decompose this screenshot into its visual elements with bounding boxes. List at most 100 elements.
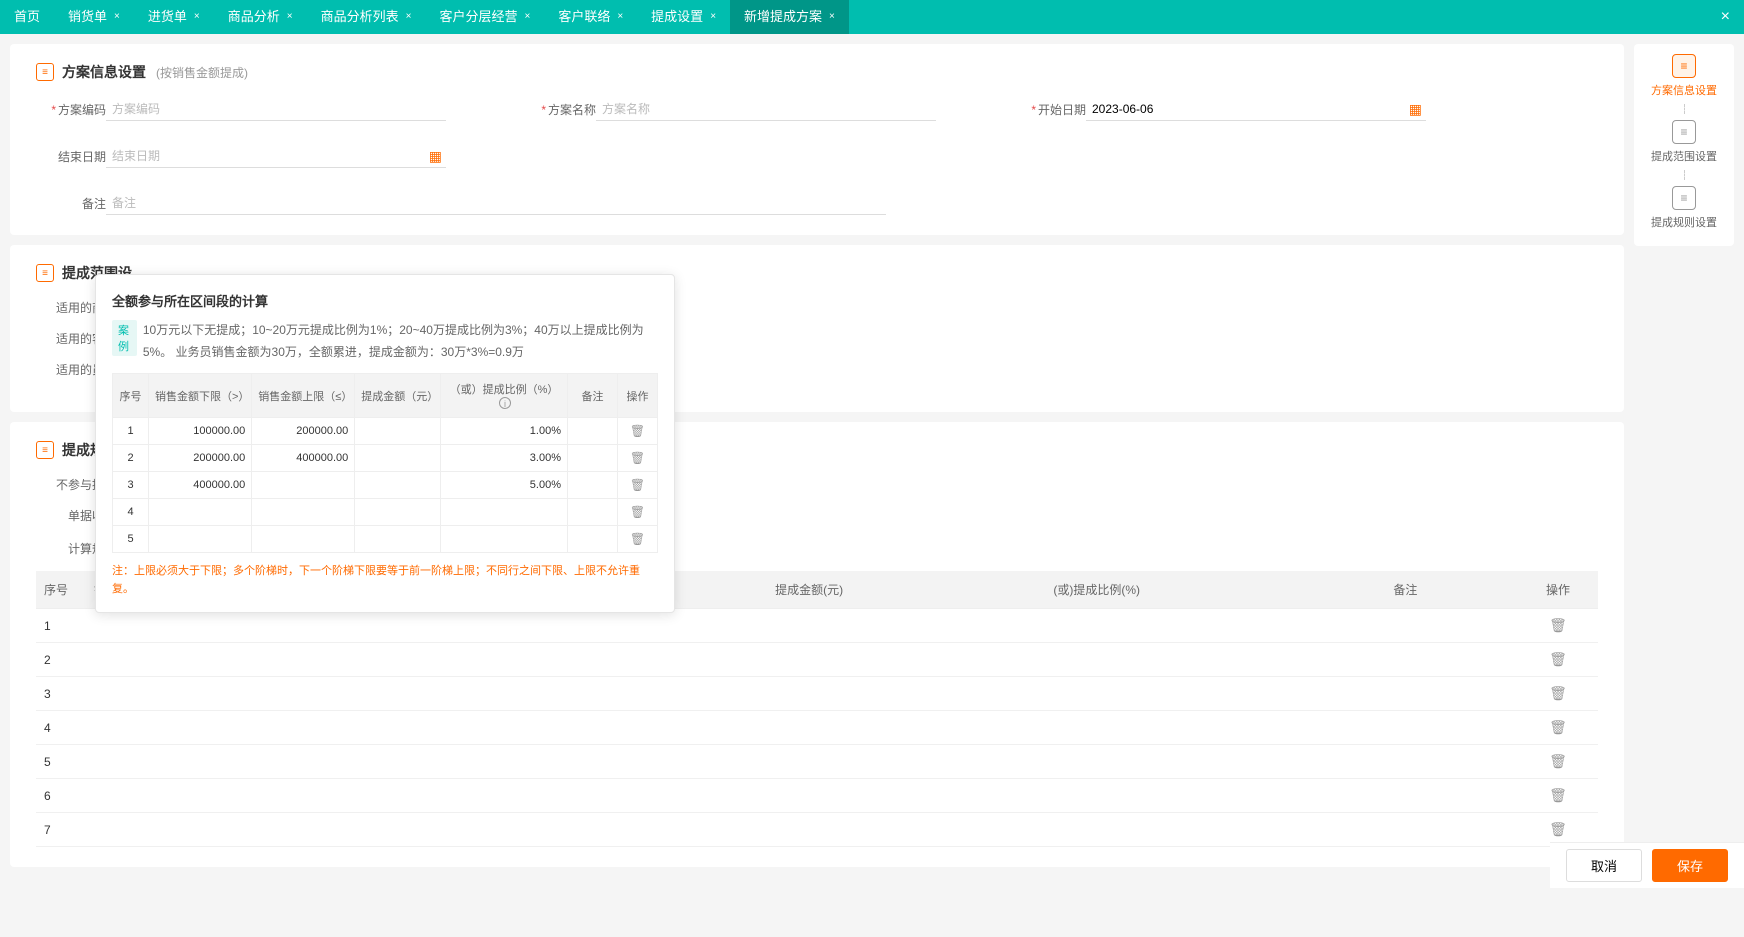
cell[interactable] — [1385, 677, 1518, 711]
side-nav-item[interactable]: ≡提成范围设置 — [1638, 120, 1730, 164]
code-input[interactable] — [106, 98, 446, 121]
cell[interactable] — [1045, 779, 1385, 813]
start-date-input[interactable] — [1086, 98, 1426, 121]
cell[interactable] — [86, 711, 427, 745]
tab[interactable]: 新增提成方案× — [730, 0, 849, 34]
calendar-icon[interactable]: ▦ — [429, 148, 442, 165]
table-row[interactable]: 1🗑 — [36, 609, 1598, 643]
end-date-input[interactable] — [106, 145, 446, 168]
cell[interactable] — [427, 677, 767, 711]
side-nav-icon: ≡ — [1672, 120, 1696, 144]
footer-bar: 取消 保存 — [1550, 842, 1744, 888]
cell-no: 2 — [36, 643, 86, 677]
table-row[interactable]: 7🗑 — [36, 813, 1598, 847]
delete-icon[interactable]: 🗑 — [630, 424, 645, 438]
table-row[interactable]: 3🗑 — [36, 677, 1598, 711]
cell[interactable] — [1385, 745, 1518, 779]
cell[interactable] — [1385, 779, 1518, 813]
cell[interactable] — [1045, 813, 1385, 847]
cell[interactable] — [427, 813, 767, 847]
cell[interactable] — [427, 745, 767, 779]
tab[interactable]: 客户联络× — [544, 0, 637, 34]
tab[interactable]: 销货单× — [54, 0, 134, 34]
side-nav-label: 方案信息设置 — [1638, 82, 1730, 98]
tab[interactable]: 商品分析列表× — [307, 0, 426, 34]
delete-icon[interactable]: 🗑 — [1549, 719, 1567, 735]
tab[interactable]: 首页 — [0, 0, 54, 34]
close-icon[interactable]: × — [710, 0, 716, 34]
cell[interactable] — [767, 711, 1045, 745]
delete-icon[interactable]: 🗑 — [1549, 617, 1567, 633]
cell-amount — [355, 472, 441, 499]
close-icon[interactable]: × — [194, 0, 200, 34]
cell[interactable] — [767, 813, 1045, 847]
close-icon[interactable]: × — [829, 0, 835, 34]
table-row: 5🗑 — [113, 526, 658, 553]
cell[interactable] — [767, 609, 1045, 643]
cell[interactable] — [86, 779, 427, 813]
cell[interactable] — [1045, 677, 1385, 711]
save-button[interactable]: 保存 — [1652, 849, 1728, 882]
tab-label: 新增提成方案 — [744, 0, 822, 34]
delete-icon[interactable]: 🗑 — [1549, 821, 1567, 837]
cell[interactable] — [86, 813, 427, 847]
close-icon[interactable]: × — [617, 0, 623, 34]
tab-bar: 首页销货单×进货单×商品分析×商品分析列表×客户分层经营×客户联络×提成设置×新… — [0, 0, 1744, 34]
delete-icon[interactable]: 🗑 — [1549, 685, 1567, 701]
tab[interactable]: 客户分层经营× — [425, 0, 544, 34]
close-icon[interactable]: × — [287, 0, 293, 34]
cell[interactable] — [767, 643, 1045, 677]
cell[interactable] — [427, 643, 767, 677]
close-all-tabs-button[interactable]: × — [1707, 8, 1744, 26]
delete-icon[interactable]: 🗑 — [1549, 651, 1567, 667]
cell[interactable] — [427, 711, 767, 745]
table-row[interactable]: 6🗑 — [36, 779, 1598, 813]
cell[interactable] — [767, 779, 1045, 813]
cell[interactable] — [86, 745, 427, 779]
delete-icon[interactable]: 🗑 — [1549, 787, 1567, 803]
remark-input[interactable] — [106, 192, 886, 215]
delete-icon[interactable]: 🗑 — [630, 505, 645, 519]
col-ratio: (或)提成比例(%) — [1045, 571, 1385, 609]
close-icon[interactable]: × — [524, 0, 530, 34]
info-icon[interactable]: i — [499, 397, 511, 409]
cell[interactable] — [767, 745, 1045, 779]
cell[interactable] — [1045, 643, 1385, 677]
cell[interactable] — [767, 677, 1045, 711]
close-icon[interactable]: × — [114, 0, 120, 34]
side-nav-label: 提成规则设置 — [1638, 214, 1730, 230]
calendar-icon[interactable]: ▦ — [1409, 101, 1422, 118]
table-row: 1100000.00200000.001.00%🗑 — [113, 418, 658, 445]
tab[interactable]: 进货单× — [134, 0, 214, 34]
side-nav-item[interactable]: ≡方案信息设置 — [1638, 54, 1730, 98]
delete-icon[interactable]: 🗑 — [630, 451, 645, 465]
cell[interactable] — [1385, 813, 1518, 847]
cell[interactable] — [427, 609, 767, 643]
cell[interactable] — [1045, 745, 1385, 779]
delete-icon[interactable]: 🗑 — [630, 532, 645, 546]
cell[interactable] — [427, 779, 767, 813]
cell[interactable] — [1385, 643, 1518, 677]
cell[interactable] — [1045, 609, 1385, 643]
cancel-button[interactable]: 取消 — [1566, 849, 1642, 882]
cell[interactable] — [1385, 711, 1518, 745]
table-row[interactable]: 2🗑 — [36, 643, 1598, 677]
delete-icon[interactable]: 🗑 — [630, 478, 645, 492]
cell-upper: 200000.00 — [252, 418, 355, 445]
cell-op: 🗑 — [618, 418, 658, 445]
cell[interactable] — [1045, 711, 1385, 745]
table-row[interactable]: 4🗑 — [36, 711, 1598, 745]
cell[interactable] — [86, 643, 427, 677]
name-input[interactable] — [596, 98, 936, 121]
side-nav-item[interactable]: ≡提成规则设置 — [1638, 186, 1730, 230]
cell-remark — [568, 418, 618, 445]
cell[interactable] — [1385, 609, 1518, 643]
table-row[interactable]: 5🗑 — [36, 745, 1598, 779]
example-tag: 案例 — [112, 320, 137, 356]
tab[interactable]: 商品分析× — [214, 0, 307, 34]
cell[interactable] — [86, 677, 427, 711]
delete-icon[interactable]: 🗑 — [1549, 753, 1567, 769]
close-icon[interactable]: × — [406, 0, 412, 34]
cell[interactable] — [86, 609, 427, 643]
tab[interactable]: 提成设置× — [637, 0, 730, 34]
